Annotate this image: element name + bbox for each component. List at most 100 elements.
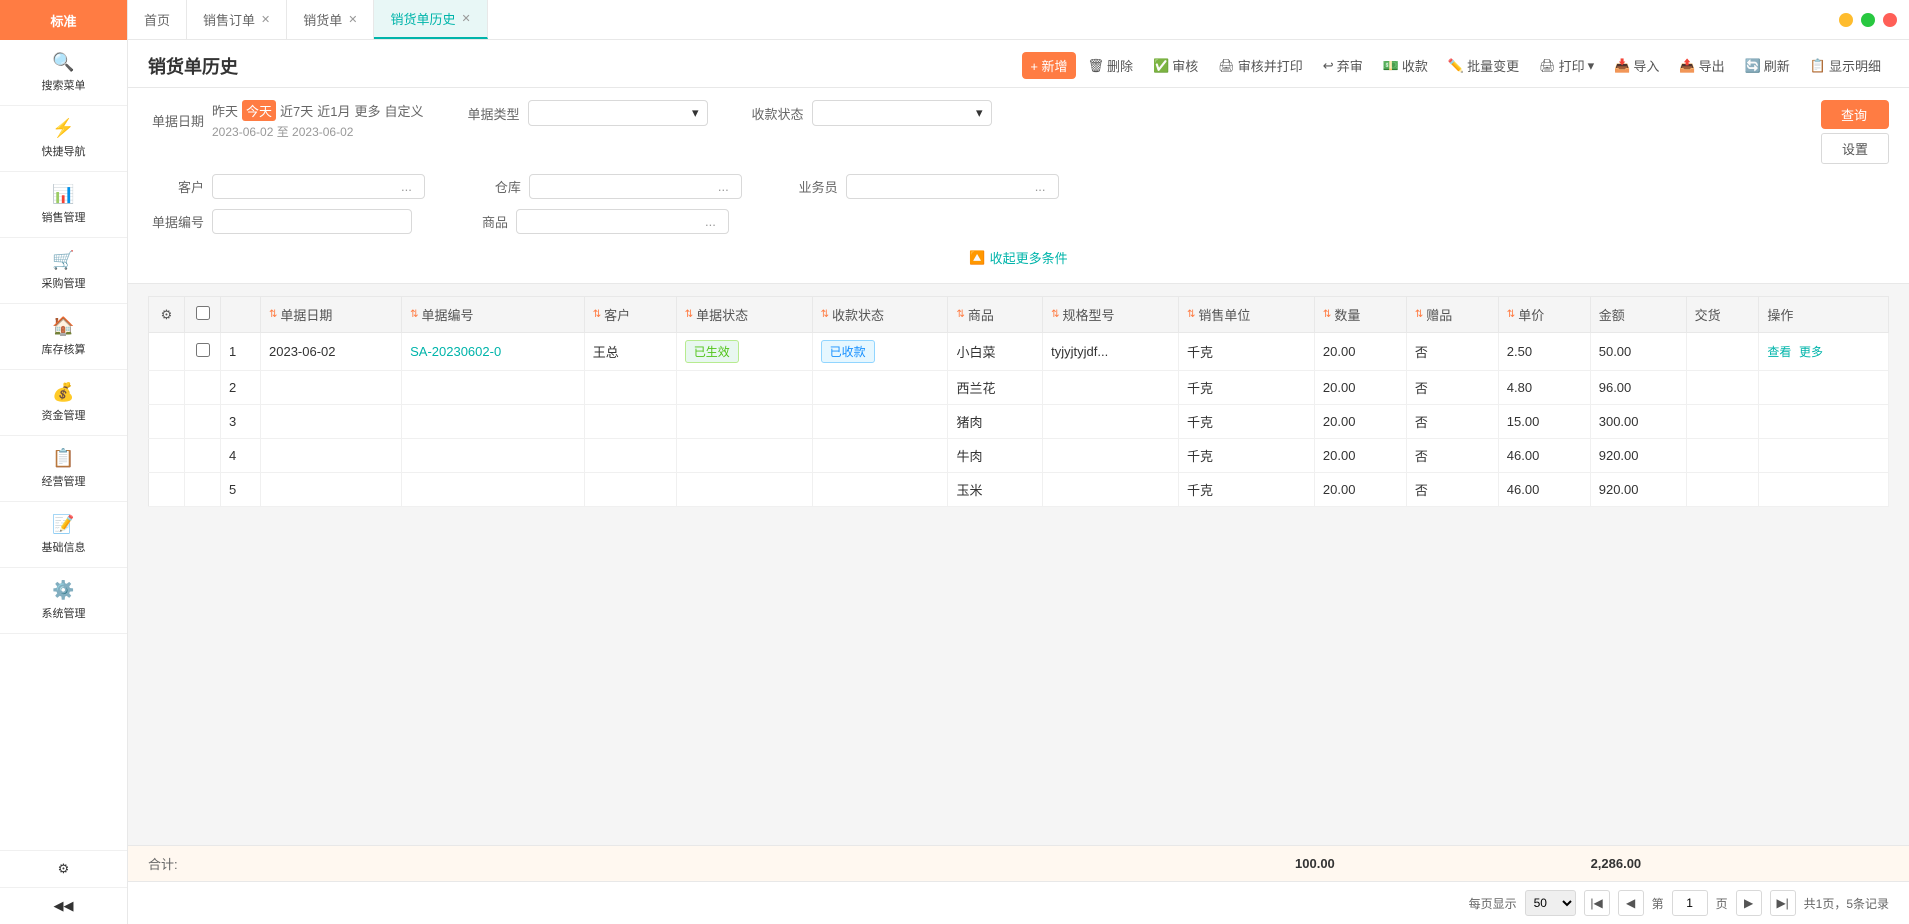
tab-home[interactable]: 首页 [128, 0, 187, 39]
row1-more-link[interactable]: 更多 [1799, 345, 1823, 359]
new-button[interactable]: + 新增 [1022, 52, 1075, 79]
row3-check[interactable] [185, 405, 221, 439]
customer-input[interactable] [221, 179, 397, 194]
sidebar-label-finance-mgmt: 资金管理 [42, 407, 86, 423]
th-gift[interactable]: ⇅ 赠品 [1406, 297, 1498, 333]
show-detail-button[interactable]: 📋 显示明细 [1802, 52, 1889, 79]
salesperson-filter-group: 业务员 ... [782, 174, 1059, 199]
row5-gift: 否 [1406, 473, 1498, 507]
abandon-button[interactable]: ↩ 弃审 [1315, 52, 1371, 79]
tab-sales-order[interactable]: 销售订单 ✕ [187, 0, 287, 39]
row1-customer: 王总 [584, 333, 676, 371]
sort-icon: ⇅ [1415, 309, 1423, 320]
sidebar-item-ops-mgmt[interactable]: 📋 经营管理 [0, 436, 127, 502]
sidebar-item-sys-mgmt[interactable]: ⚙️ 系统管理 [0, 568, 127, 634]
tab-sales-history-close[interactable]: ✕ [462, 12, 471, 25]
customer-ellipsis[interactable]: ... [397, 179, 416, 194]
query-button[interactable]: 查询 [1821, 100, 1889, 129]
th-payment-status[interactable]: ⇅ 收款状态 [812, 297, 948, 333]
product-ellipsis[interactable]: ... [701, 214, 720, 229]
shortcut-7days[interactable]: 近7天 [280, 101, 313, 120]
payment-status-select[interactable]: ▾ [812, 100, 992, 126]
collapse-button[interactable]: 🔼 收起更多条件 [148, 244, 1889, 271]
sidebar-item-search-menu[interactable]: 🔍 搜索菜单 [0, 40, 127, 106]
th-customer[interactable]: ⇅ 客户 [584, 297, 676, 333]
shortcut-1month[interactable]: 近1月 [317, 101, 350, 120]
sidebar-item-basic-info[interactable]: 📝 基础信息 [0, 502, 127, 568]
page-size-select[interactable]: 50 100 200 [1525, 890, 1576, 916]
product-input[interactable] [525, 214, 701, 229]
first-page-button[interactable]: |◀ [1584, 890, 1610, 916]
shortcut-today[interactable]: 今天 [242, 100, 276, 121]
delete-button[interactable]: 🗑 删除 [1080, 52, 1142, 79]
th-quantity[interactable]: ⇅ 数量 [1314, 297, 1406, 333]
row1-settings [149, 333, 185, 371]
sidebar-bottom-collapse[interactable]: ◀◀ [0, 887, 127, 924]
close-button[interactable] [1883, 13, 1897, 27]
row1-view-link[interactable]: 查看 [1767, 345, 1791, 359]
select-all-checkbox[interactable] [196, 306, 210, 320]
sidebar-item-sales-mgmt[interactable]: 📊 销售管理 [0, 172, 127, 238]
audit-button[interactable]: ✅ 审核 [1145, 52, 1206, 79]
sort-icon: ⇅ [410, 309, 418, 320]
sidebar-item-finance-mgmt[interactable]: 💰 资金管理 [0, 370, 127, 436]
row5-payment-status [812, 473, 948, 507]
batch-change-button[interactable]: ✏️ 批量变更 [1440, 52, 1527, 79]
row2-check[interactable] [185, 371, 221, 405]
sidebar-item-quick-nav[interactable]: ⚡ 快捷导航 [0, 106, 127, 172]
date-range: 2023-06-02 至 2023-06-02 [212, 123, 424, 140]
print-button[interactable]: 🖨 打印 ▾ [1531, 52, 1602, 79]
next-page-button[interactable]: ▶ [1736, 890, 1762, 916]
shortcut-more[interactable]: 更多 [355, 101, 381, 120]
sidebar-item-purchase-mgmt[interactable]: 🛒 采购管理 [0, 238, 127, 304]
th-sales-unit[interactable]: ⇅ 销售单位 [1179, 297, 1315, 333]
row5-product: 玉米 [948, 473, 1043, 507]
row1-check[interactable] [185, 333, 221, 371]
warehouse-input[interactable] [538, 179, 714, 194]
doc-type-select[interactable]: ▾ [528, 100, 708, 126]
row5-check[interactable] [185, 473, 221, 507]
row1-doc-num[interactable]: SA-20230602-0 [402, 333, 585, 371]
sidebar-item-inventory[interactable]: 🏠 库存核算 [0, 304, 127, 370]
tab-sales-delivery[interactable]: 销货单 ✕ [287, 0, 374, 39]
last-page-button[interactable]: ▶| [1770, 890, 1796, 916]
shortcut-custom[interactable]: 自定义 [385, 101, 424, 120]
minimize-button[interactable] [1839, 13, 1853, 27]
tab-sales-order-close[interactable]: ✕ [261, 13, 270, 26]
refresh-button[interactable]: 🔄 刷新 [1737, 52, 1798, 79]
page-title: 销货单历史 [148, 53, 238, 79]
home-icon: 🏠 [52, 316, 74, 337]
row4-check[interactable] [185, 439, 221, 473]
abandon-icon: ↩ [1323, 58, 1334, 74]
row3-spec-type [1043, 405, 1179, 439]
table-settings-icon[interactable]: ⚙ [161, 307, 173, 322]
tab-sales-delivery-close[interactable]: ✕ [348, 13, 357, 26]
row2-doc-num [402, 371, 585, 405]
salesperson-input[interactable] [855, 179, 1031, 194]
th-doc-num[interactable]: ⇅ 单据编号 [402, 297, 585, 333]
settings-filter-button[interactable]: 设置 [1821, 133, 1889, 164]
th-spec-type[interactable]: ⇅ 规格型号 [1043, 297, 1179, 333]
audit-print-button[interactable]: 🖨 审核并打印 [1210, 52, 1311, 79]
maximize-button[interactable] [1861, 13, 1875, 27]
th-doc-status[interactable]: ⇅ 单据状态 [676, 297, 812, 333]
doc-num-input[interactable] [212, 209, 412, 234]
salesperson-ellipsis[interactable]: ... [1031, 179, 1050, 194]
th-product[interactable]: ⇅ 商品 [948, 297, 1043, 333]
shortcut-yesterday[interactable]: 昨天 [212, 101, 238, 120]
page-number-input[interactable] [1672, 890, 1708, 916]
row1-checkbox[interactable] [196, 343, 210, 357]
th-doc-date[interactable]: ⇅ 单据日期 [261, 297, 402, 333]
th-unit-price[interactable]: ⇅ 单价 [1498, 297, 1590, 333]
warehouse-ellipsis[interactable]: ... [714, 179, 733, 194]
collect-button[interactable]: 💵 收款 [1375, 52, 1436, 79]
tab-sales-history[interactable]: 销货单历史 ✕ [374, 0, 487, 39]
row5-spec-type [1043, 473, 1179, 507]
import-button[interactable]: 📥 导入 [1606, 52, 1667, 79]
money-icon: 💰 [52, 382, 74, 403]
prev-page-button[interactable]: ◀ [1618, 890, 1644, 916]
sidebar-bottom-settings[interactable]: ⚙ [0, 850, 127, 887]
th-settings[interactable]: ⚙ [149, 297, 185, 333]
export-button[interactable]: 📤 导出 [1671, 52, 1732, 79]
th-check[interactable] [185, 297, 221, 333]
